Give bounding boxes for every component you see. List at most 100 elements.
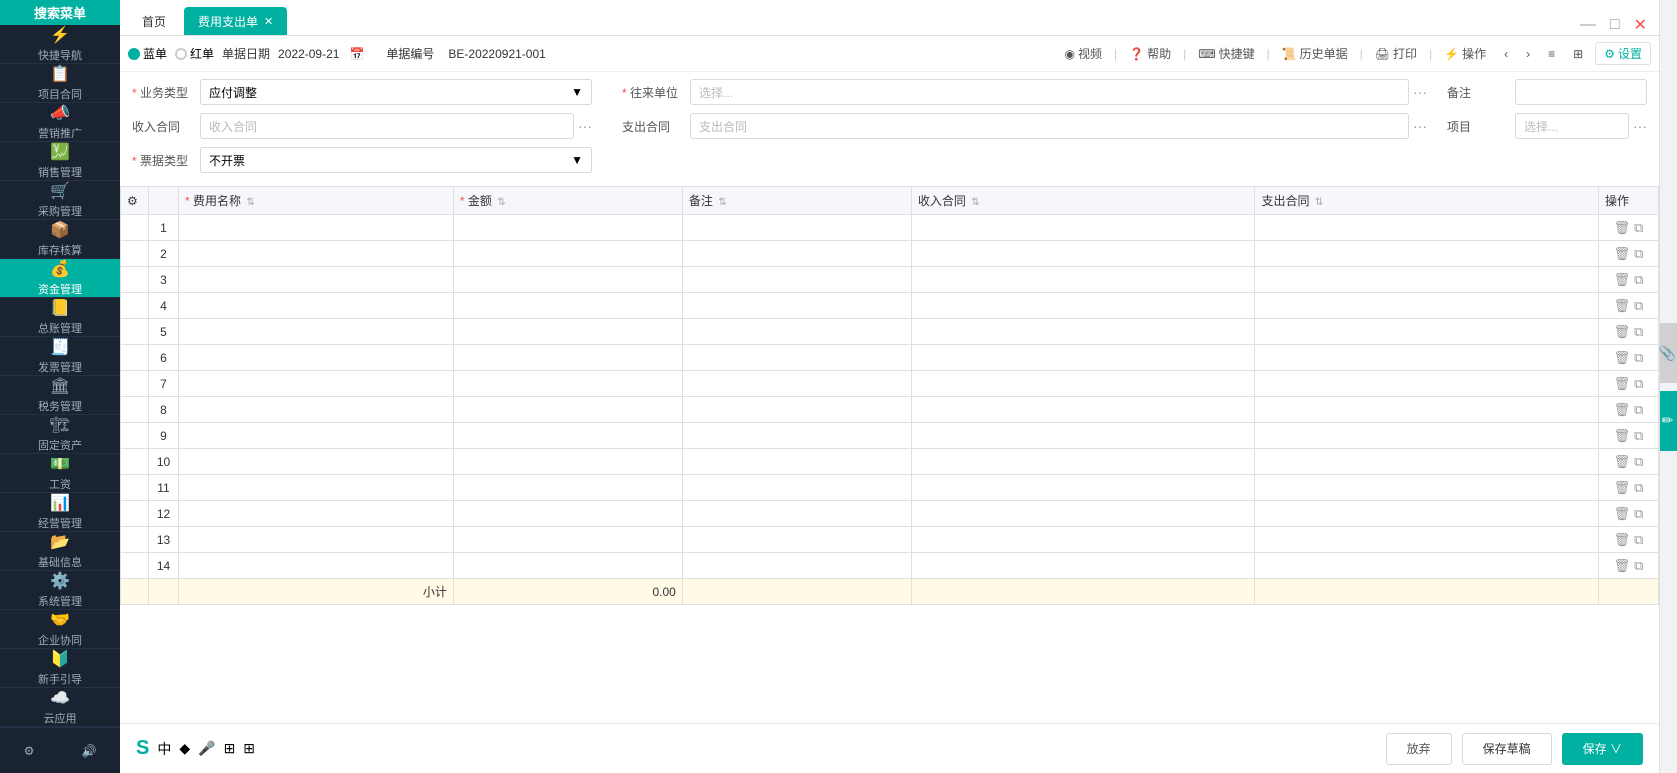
row-expense-contract-2[interactable] — [1255, 241, 1599, 267]
row-income-contract-5[interactable] — [911, 319, 1255, 345]
row-expense-name-10[interactable] — [179, 449, 454, 475]
delete-icon-10[interactable]: 🗑 — [1614, 454, 1631, 470]
table-header-remark[interactable]: 备注 ⇅ — [682, 187, 911, 215]
sort-arrows-remark[interactable]: ⇅ — [718, 197, 726, 208]
delete-icon-6[interactable]: 🗑 — [1614, 350, 1631, 366]
expense-contract-input[interactable]: 支出合同 — [690, 113, 1409, 139]
sidebar-item-enterprise[interactable]: 🤝 企业协同 — [0, 610, 120, 649]
counterpart-dots[interactable]: ··· — [1413, 84, 1427, 100]
sidebar-item-cloud[interactable]: ☁️ 云应用 — [0, 688, 120, 727]
radio-blue[interactable]: 蓝单 — [128, 45, 167, 62]
income-contract-dots[interactable]: ··· — [578, 118, 592, 134]
nav-next-btn[interactable]: › — [1520, 45, 1536, 63]
date-value[interactable]: 2022-09-21 — [278, 47, 339, 61]
copy-icon-4[interactable]: ⧉ — [1634, 298, 1643, 314]
row-remark-10[interactable] — [682, 449, 911, 475]
copy-icon-5[interactable]: ⧉ — [1634, 324, 1643, 340]
table-header-income-contract[interactable]: 收入合同 ⇅ — [911, 187, 1255, 215]
row-amount-11[interactable] — [453, 475, 682, 501]
remark-input[interactable] — [1515, 79, 1647, 105]
delete-icon-3[interactable]: 🗑 — [1614, 272, 1631, 288]
copy-icon-1[interactable]: ⧉ — [1634, 220, 1643, 236]
video-btn[interactable]: ◉ 视频 — [1059, 43, 1109, 64]
table-header-expense-contract[interactable]: 支出合同 ⇅ — [1255, 187, 1599, 215]
sidebar-item-inventory[interactable]: 📦 库存核算 — [0, 220, 120, 259]
radio-red[interactable]: 红单 — [175, 45, 214, 62]
bottom-icon-3[interactable]: 🎤 — [198, 740, 215, 757]
save-draft-button[interactable]: 保存草稿 — [1462, 733, 1552, 765]
sidebar-item-marketing[interactable]: 📣 营销推广 — [0, 103, 120, 142]
row-expense-name-13[interactable] — [179, 527, 454, 553]
copy-icon-12[interactable]: ⧉ — [1634, 506, 1643, 522]
row-expense-name-6[interactable] — [179, 345, 454, 371]
project-input[interactable]: 选择... — [1515, 113, 1629, 139]
row-expense-name-7[interactable] — [179, 371, 454, 397]
delete-icon-9[interactable]: 🗑 — [1614, 428, 1631, 444]
sidebar-item-capital[interactable]: 💰 资金管理 — [0, 259, 120, 298]
row-income-contract-12[interactable] — [911, 501, 1255, 527]
sidebar-item-salary[interactable]: 💵 工资 — [0, 454, 120, 493]
expense-contract-dots[interactable]: ··· — [1413, 118, 1427, 134]
row-income-contract-2[interactable] — [911, 241, 1255, 267]
tab-expense[interactable]: 费用支出单 ✕ — [184, 7, 287, 35]
sidebar-item-ledger[interactable]: 📒 总账管理 — [0, 298, 120, 337]
delete-icon-2[interactable]: 🗑 — [1614, 246, 1631, 262]
sort-arrows-income[interactable]: ⇅ — [971, 197, 979, 208]
sidebar-item-fixed-assets[interactable]: 🏗 固定资产 — [0, 415, 120, 454]
row-expense-name-9[interactable] — [179, 423, 454, 449]
row-amount-1[interactable] — [453, 215, 682, 241]
sidebar-audio-btn[interactable]: 🔊 — [81, 728, 96, 773]
copy-icon-11[interactable]: ⧉ — [1634, 480, 1643, 496]
copy-icon-13[interactable]: ⧉ — [1634, 532, 1643, 548]
row-remark-11[interactable] — [682, 475, 911, 501]
row-income-contract-7[interactable] — [911, 371, 1255, 397]
invoice-type-select[interactable]: 不开票 ▼ — [200, 147, 592, 173]
row-amount-10[interactable] — [453, 449, 682, 475]
sidebar-item-basic[interactable]: 📂 基础信息 — [0, 532, 120, 571]
row-expense-name-14[interactable] — [179, 553, 454, 579]
copy-icon-2[interactable]: ⧉ — [1634, 246, 1643, 262]
sidebar-settings-btn[interactable]: ⚙ — [24, 728, 35, 773]
sidebar-item-tax[interactable]: 🏛 税务管理 — [0, 376, 120, 415]
row-amount-7[interactable] — [453, 371, 682, 397]
row-remark-5[interactable] — [682, 319, 911, 345]
row-remark-2[interactable] — [682, 241, 911, 267]
row-income-contract-6[interactable] — [911, 345, 1255, 371]
row-expense-contract-14[interactable] — [1255, 553, 1599, 579]
row-amount-6[interactable] — [453, 345, 682, 371]
sidebar-item-purchase[interactable]: 🛒 采购管理 — [0, 181, 120, 220]
row-remark-8[interactable] — [682, 397, 911, 423]
table-header-gear[interactable]: ⚙ — [121, 187, 149, 215]
row-expense-contract-6[interactable] — [1255, 345, 1599, 371]
copy-icon-14[interactable]: ⧉ — [1634, 558, 1643, 574]
sidebar-item-ops[interactable]: 📊 经营管理 — [0, 493, 120, 532]
help-btn[interactable]: ❓ 帮助 — [1123, 43, 1177, 64]
print-btn[interactable]: 🖨 打印 — [1369, 43, 1423, 64]
copy-icon-7[interactable]: ⧉ — [1634, 376, 1643, 392]
row-remark-12[interactable] — [682, 501, 911, 527]
copy-icon-8[interactable]: ⧉ — [1634, 402, 1643, 418]
row-amount-4[interactable] — [453, 293, 682, 319]
row-remark-13[interactable] — [682, 527, 911, 553]
shortcut-btn[interactable]: ⌨ 快捷键 — [1192, 43, 1260, 64]
delete-icon-8[interactable]: 🗑 — [1614, 402, 1631, 418]
sidebar-item-quick-nav[interactable]: ⚡ 快捷导航 — [0, 25, 120, 64]
counterpart-input[interactable]: 选择... — [690, 79, 1409, 105]
row-income-contract-4[interactable] — [911, 293, 1255, 319]
operations-btn[interactable]: ⚡ 操作 — [1438, 43, 1492, 64]
sidebar-item-project-contract[interactable]: 📋 项目合同 — [0, 64, 120, 103]
bottom-icon-1[interactable]: 中 — [157, 739, 171, 759]
row-income-contract-10[interactable] — [911, 449, 1255, 475]
business-type-select[interactable]: 应付调整 ▼ — [200, 79, 592, 105]
setting-btn[interactable]: ⚙ 设置 — [1595, 42, 1651, 65]
discard-button[interactable]: 放弃 — [1386, 733, 1452, 765]
delete-icon-4[interactable]: 🗑 — [1614, 298, 1631, 314]
row-remark-7[interactable] — [682, 371, 911, 397]
view-list-btn[interactable]: ≡ — [1542, 45, 1561, 63]
row-expense-contract-4[interactable] — [1255, 293, 1599, 319]
income-contract-input[interactable]: 收入合同 — [200, 113, 574, 139]
delete-icon-5[interactable]: 🗑 — [1614, 324, 1631, 340]
delete-icon-14[interactable]: 🗑 — [1614, 558, 1631, 574]
window-maximize-btn[interactable]: □ — [1606, 16, 1624, 34]
row-expense-name-4[interactable] — [179, 293, 454, 319]
